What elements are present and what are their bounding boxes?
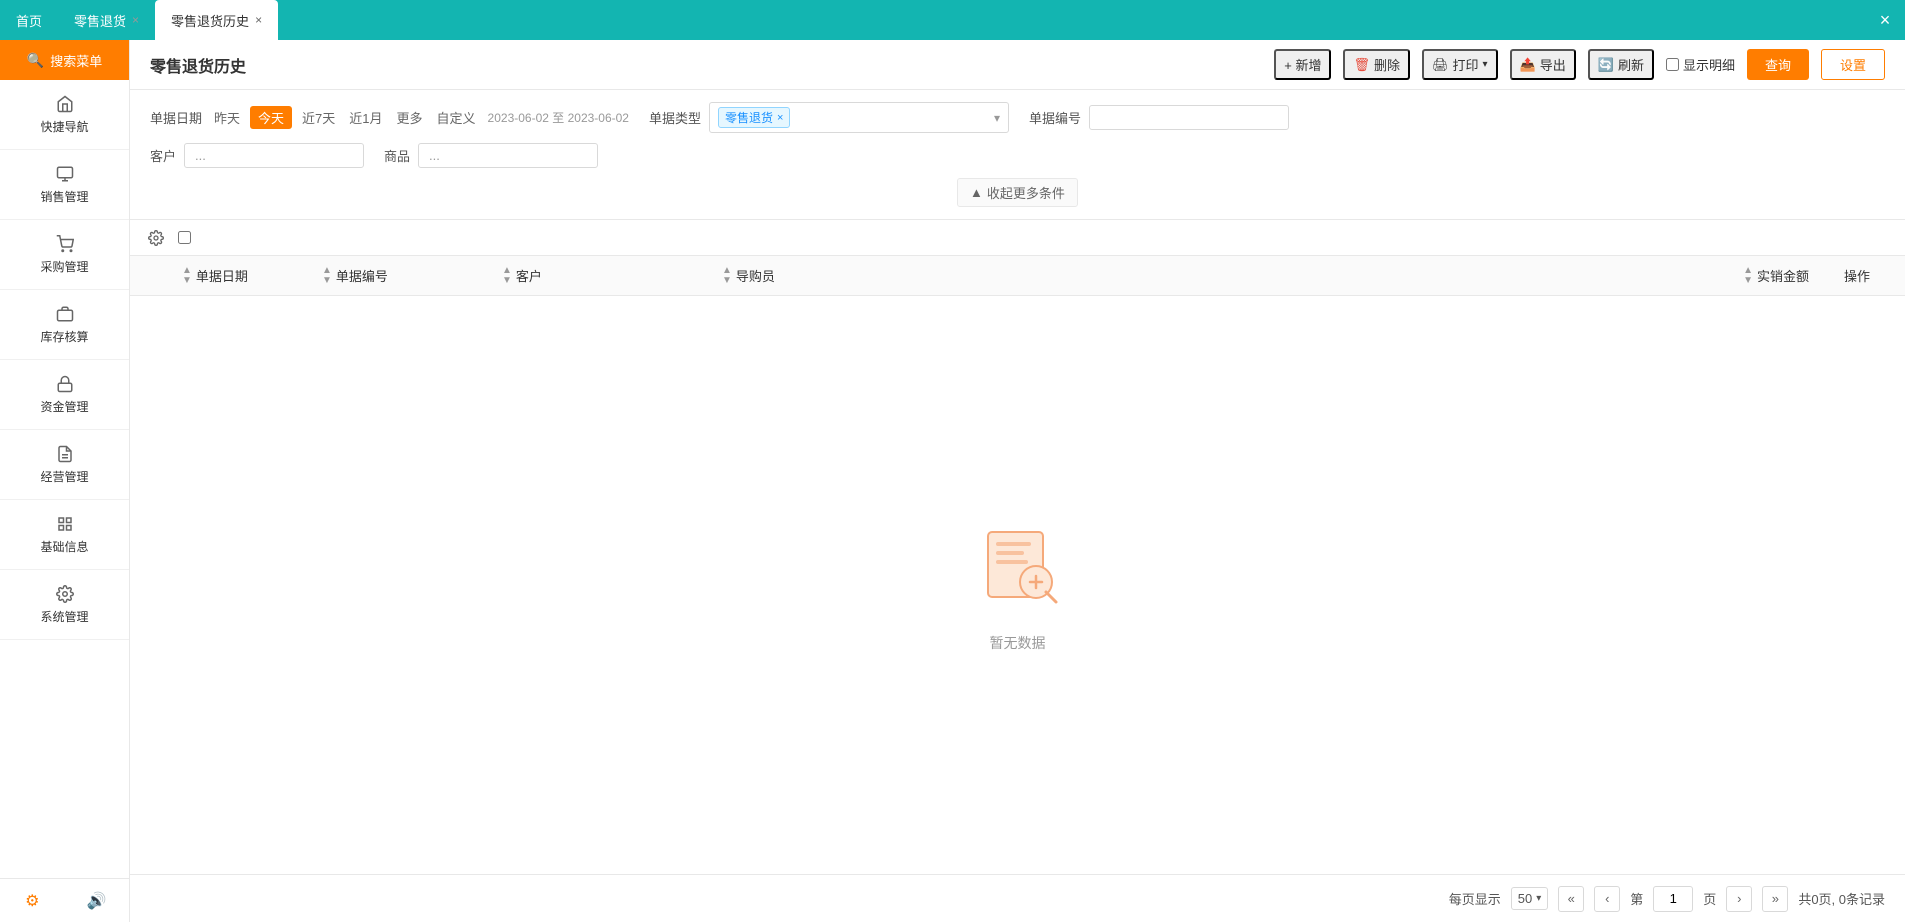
filter-type-item: 单据类型 零售退货 × ▾ xyxy=(649,102,1009,133)
sidebar-settings-button[interactable]: ⚙ xyxy=(16,885,48,917)
empty-icon xyxy=(968,517,1068,617)
filter-goods-item: 商品 ... xyxy=(384,143,598,168)
sidebar-item-basic-info[interactable]: 基础信息 xyxy=(0,500,129,570)
date-opt-custom[interactable]: 自定义 xyxy=(433,106,480,129)
tab-retail-return-close[interactable]: × xyxy=(132,13,139,27)
sidebar-item-quick-nav[interactable]: 快捷导航 xyxy=(0,80,129,150)
sidebar: 🔍 搜索菜单 快捷导航 销售管理 采购管理 库存核算 xyxy=(0,40,130,922)
page-header: 零售退货历史 + 新增 🗑 删除 🖨 打印 ▾ 📤 导出 xyxy=(130,40,1905,90)
window-close-button[interactable]: × xyxy=(1865,0,1905,40)
purchase-icon xyxy=(55,234,75,254)
date-opt-yesterday[interactable]: 昨天 xyxy=(210,106,244,129)
table-toolbar xyxy=(130,220,1905,256)
select-all-checkbox[interactable] xyxy=(178,231,191,244)
th-date[interactable]: ▲▼ 单据日期 xyxy=(174,266,314,286)
page-title: 零售退货历史 xyxy=(150,53,1274,77)
page-label: 第 xyxy=(1630,889,1643,908)
filter-area: 单据日期 昨天 今天 近7天 近1月 更多 自定义 2023-06-02 至 2… xyxy=(130,90,1905,220)
th-action: 操作 xyxy=(1817,266,1897,285)
table-header: ▲▼ 单据日期 ▲▼ 单据编号 ▲▼ 客户 ▲▼ 导购员 ▲▼ 实销金额 xyxy=(130,256,1905,296)
setting-button[interactable]: 设置 xyxy=(1821,49,1885,80)
home-icon xyxy=(55,94,75,114)
date-options: 昨天 今天 近7天 近1月 更多 自定义 xyxy=(210,106,480,129)
refresh-button[interactable]: 🔄 刷新 xyxy=(1588,49,1654,80)
no-filter-input[interactable] xyxy=(1089,105,1289,130)
empty-text: 暂无数据 xyxy=(990,633,1046,653)
client-filter-input[interactable]: ... xyxy=(184,143,364,168)
pagination-bar: 每页显示 50 ▾ « ‹ 第 页 › » 共0页, 0条记录 xyxy=(130,874,1905,922)
inventory-icon xyxy=(55,304,75,324)
filter-row-1: 单据日期 昨天 今天 近7天 近1月 更多 自定义 2023-06-02 至 2… xyxy=(150,102,1885,133)
query-button[interactable]: 查询 xyxy=(1747,49,1809,80)
th-client[interactable]: ▲▼ 客户 xyxy=(494,266,714,286)
table-settings-button[interactable] xyxy=(142,224,170,252)
th-guide[interactable]: ▲▼ 导购员 xyxy=(714,266,1697,286)
new-button[interactable]: + 新增 xyxy=(1274,49,1331,80)
filter-date-item: 单据日期 昨天 今天 近7天 近1月 更多 自定义 2023-06-02 至 2… xyxy=(150,106,629,129)
top-bar: 首页 零售退货 × 零售退货历史 × × xyxy=(0,0,1905,40)
total-info: 共0页, 0条记录 xyxy=(1798,889,1885,908)
empty-state: 暂无数据 xyxy=(130,296,1905,874)
sidebar-search[interactable]: 🔍 搜索菜单 xyxy=(0,40,129,80)
operation-icon xyxy=(55,444,75,464)
goods-filter-input[interactable]: ... xyxy=(418,143,598,168)
page-size-select[interactable]: 50 ▾ xyxy=(1511,887,1549,910)
main-layout: 🔍 搜索菜单 快捷导航 销售管理 采购管理 库存核算 xyxy=(0,40,1905,922)
sidebar-item-operation[interactable]: 经营管理 xyxy=(0,430,129,500)
prev-page-button[interactable]: ‹ xyxy=(1594,886,1620,912)
page-unit: 页 xyxy=(1703,889,1716,908)
tab-retail-return-history[interactable]: 零售退货历史 × xyxy=(155,0,278,40)
sidebar-bottom: ⚙ 🔊 xyxy=(0,878,129,922)
th-amount[interactable]: ▲▼ 实销金额 xyxy=(1697,266,1817,286)
type-select-arrow: ▾ xyxy=(994,111,1000,125)
sidebar-item-purchase[interactable]: 采购管理 xyxy=(0,220,129,290)
print-button[interactable]: 🖨 打印 ▾ xyxy=(1422,49,1498,80)
sales-icon xyxy=(55,164,75,184)
date-filter-label: 单据日期 xyxy=(150,108,202,127)
collapse-button[interactable]: ▲ 收起更多条件 xyxy=(957,178,1078,207)
tab-retail-return[interactable]: 零售退货 × xyxy=(58,0,155,40)
date-range-text: 2023-06-02 至 2023-06-02 xyxy=(488,109,629,126)
last-page-button[interactable]: » xyxy=(1762,886,1788,912)
filter-no-item: 单据编号 xyxy=(1029,105,1289,130)
finance-icon xyxy=(55,374,75,394)
table-container: ▲▼ 单据日期 ▲▼ 单据编号 ▲▼ 客户 ▲▼ 导购员 ▲▼ 实销金额 xyxy=(130,220,1905,874)
no-filter-label: 单据编号 xyxy=(1029,108,1081,127)
filter-client-item: 客户 ... xyxy=(150,143,364,168)
show-detail-input[interactable] xyxy=(1666,58,1679,71)
date-opt-1month[interactable]: 近1月 xyxy=(345,106,386,129)
basic-info-icon xyxy=(55,514,75,534)
type-tag-close[interactable]: × xyxy=(777,112,783,124)
tab-home[interactable]: 首页 xyxy=(0,0,58,40)
export-button[interactable]: 📤 导出 xyxy=(1510,49,1576,80)
system-icon xyxy=(55,584,75,604)
content-area: 零售退货历史 + 新增 🗑 删除 🖨 打印 ▾ 📤 导出 xyxy=(130,40,1905,922)
type-filter-select[interactable]: 零售退货 × ▾ xyxy=(709,102,1009,133)
type-filter-label: 单据类型 xyxy=(649,108,701,127)
page-size-label: 每页显示 xyxy=(1449,889,1501,908)
sidebar-item-inventory[interactable]: 库存核算 xyxy=(0,290,129,360)
date-opt-7days[interactable]: 近7天 xyxy=(298,106,339,129)
date-opt-more[interactable]: 更多 xyxy=(393,106,427,129)
collapse-icon: ▲ xyxy=(970,185,983,200)
goods-filter-label: 商品 xyxy=(384,146,410,165)
type-filter-tag: 零售退货 × xyxy=(718,107,790,128)
header-actions: + 新增 🗑 删除 🖨 打印 ▾ 📤 导出 🔄 刷新 xyxy=(1274,49,1885,80)
filter-row-2: 客户 ... 商品 ... xyxy=(150,143,1885,168)
show-detail-checkbox[interactable]: 显示明细 xyxy=(1666,55,1735,74)
sidebar-item-system[interactable]: 系统管理 xyxy=(0,570,129,640)
th-no[interactable]: ▲▼ 单据编号 xyxy=(314,266,494,286)
first-page-button[interactable]: « xyxy=(1558,886,1584,912)
sidebar-item-sales[interactable]: 销售管理 xyxy=(0,150,129,220)
sidebar-item-finance[interactable]: 资金管理 xyxy=(0,360,129,430)
next-page-button[interactable]: › xyxy=(1726,886,1752,912)
page-input[interactable] xyxy=(1653,886,1693,912)
delete-button[interactable]: 🗑 删除 xyxy=(1343,49,1410,80)
client-filter-label: 客户 xyxy=(150,146,176,165)
sidebar-audio-button[interactable]: 🔊 xyxy=(81,885,113,917)
tab-retail-return-history-close[interactable]: × xyxy=(255,13,262,27)
date-opt-today[interactable]: 今天 xyxy=(250,106,292,129)
